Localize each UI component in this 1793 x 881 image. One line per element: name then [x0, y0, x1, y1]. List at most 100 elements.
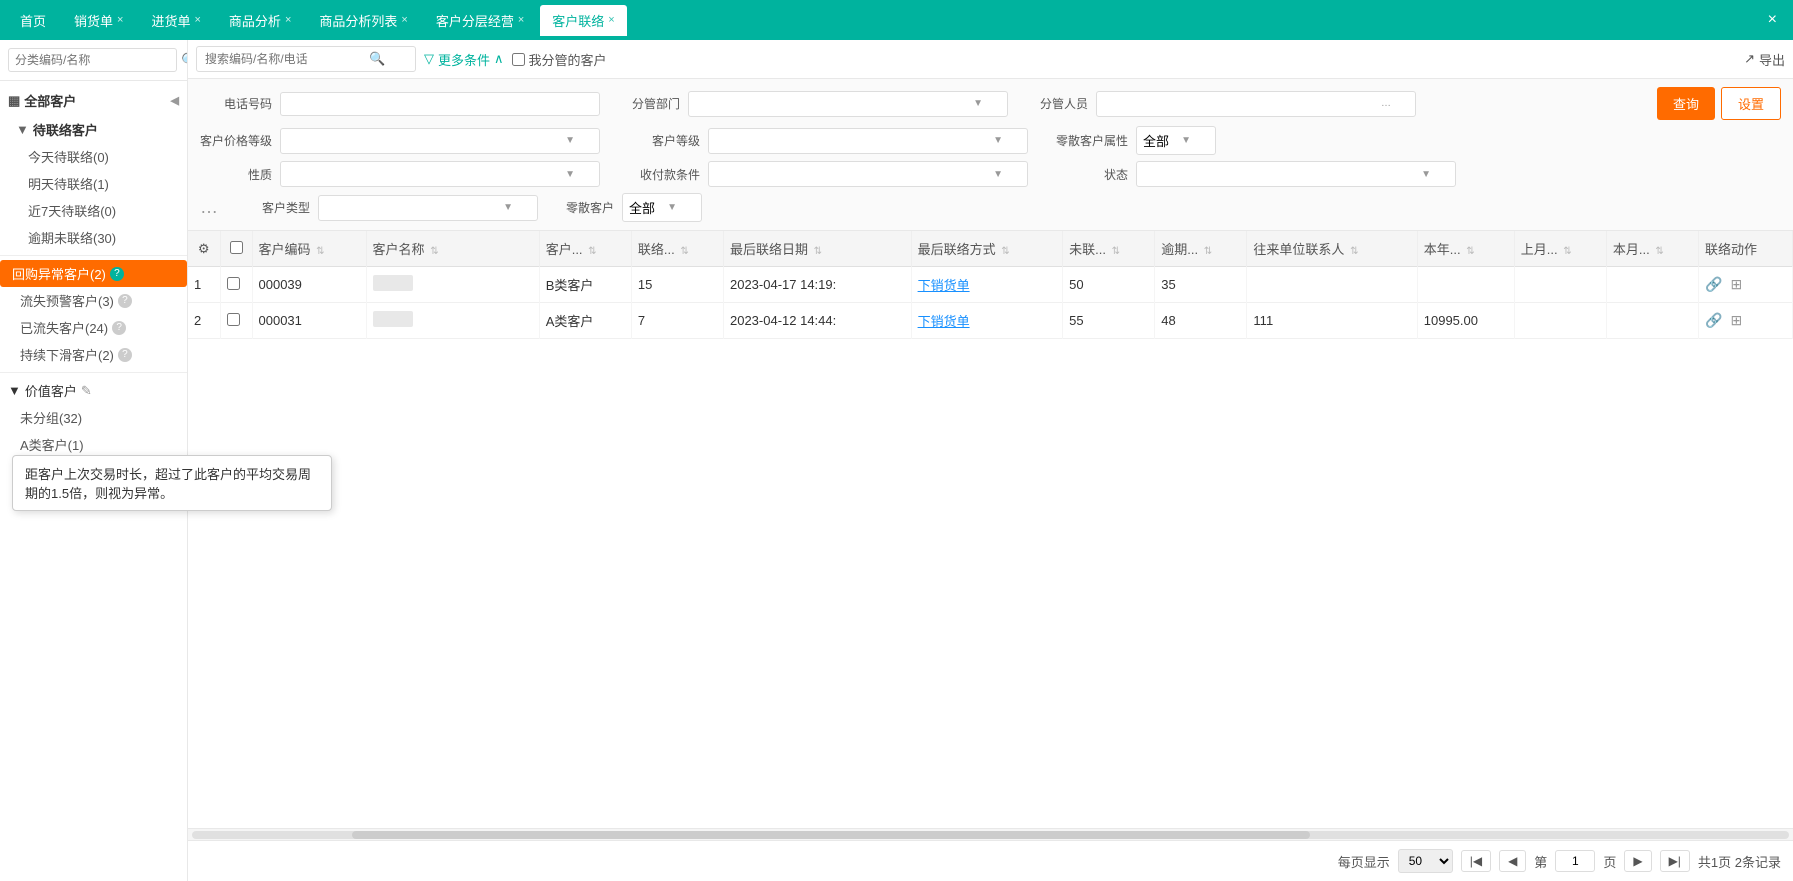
cell-contact: 7 — [631, 303, 723, 339]
my-customers-checkbox[interactable] — [512, 53, 525, 66]
nav-product-analysis-list-close[interactable]: × — [401, 14, 407, 26]
scatter-customer-dropdown[interactable]: 全部 ▼ — [622, 193, 702, 222]
th-this-year[interactable]: 本年... ⇅ — [1417, 231, 1514, 267]
last-way-link[interactable]: 下销货单 — [918, 278, 970, 293]
filter-more-conditions[interactable]: ▽ 更多条件 ∧ — [424, 50, 504, 69]
nav-product-analysis-list[interactable]: 商品分析列表 × — [307, 5, 419, 36]
th-last-month[interactable]: 上月... ⇅ — [1514, 231, 1606, 267]
sidebar-search-input[interactable] — [8, 48, 177, 72]
th-last-way[interactable]: 最后联络方式 ⇅ — [911, 231, 1063, 267]
nav-customer-layer-close[interactable]: × — [518, 14, 524, 26]
gender-dropdown[interactable]: ▼ — [280, 161, 600, 187]
sidebar-value-group-header[interactable]: ▼ 价值客户 ✎ — [0, 377, 187, 404]
cell-no: 1 — [188, 267, 220, 303]
repurchase-info-icon[interactable]: ? — [110, 267, 124, 281]
last-page-button[interactable]: ▶| — [1660, 850, 1690, 872]
th-unit-contact[interactable]: 往来单位联系人 ⇅ — [1247, 231, 1417, 267]
nav-customer-layer[interactable]: 客户分层经营 × — [424, 5, 536, 36]
value-group-edit-icon[interactable]: ✎ — [81, 383, 92, 399]
contact-sort-icon: ⇅ — [680, 246, 688, 257]
declining-info-icon[interactable]: ? — [118, 348, 132, 362]
sidebar-item-ungrouped[interactable]: 未分组(32) — [0, 404, 187, 431]
sidebar-search-area: 🔍 — [0, 40, 187, 81]
churn-warning-info-icon[interactable]: ? — [118, 294, 132, 308]
th-code[interactable]: 客户编码 ⇅ — [252, 231, 366, 267]
nav-product-analysis-close[interactable]: × — [285, 14, 291, 26]
more-dots-icon[interactable]: … — [200, 197, 218, 218]
filter-price-level: 客户价格等级 ▼ — [200, 128, 600, 154]
churned-info-icon[interactable]: ? — [112, 321, 126, 335]
select-all-checkbox[interactable] — [230, 241, 243, 254]
table-row: 1 000039 B类客户 15 2023-04-17 14:19: 下销货单 … — [188, 267, 1793, 303]
gender-arrow: ▼ — [565, 169, 575, 180]
nav-sales-close[interactable]: × — [117, 14, 123, 26]
horizontal-scroll-bar[interactable] — [188, 828, 1793, 840]
cell-type: A类客户 — [539, 303, 631, 339]
sidebar-pending-header[interactable]: ▼ 待联络客户 — [8, 116, 187, 143]
sidebar-pending-group: ▼ 待联络客户 今天待联络(0) 明天待联络(1) 近7天待联络(0) 逾期未联… — [0, 116, 187, 251]
th-not-contact[interactable]: 未联... ⇅ — [1063, 231, 1155, 267]
window-close-icon[interactable]: × — [1760, 11, 1785, 29]
query-button[interactable]: 查询 — [1657, 87, 1715, 120]
action-link-icon[interactable]: 🔗 — [1705, 312, 1722, 329]
nav-home[interactable]: 首页 — [8, 5, 58, 36]
scroll-thumb[interactable] — [352, 831, 1310, 839]
sidebar-item-7days[interactable]: 近7天待联络(0) — [8, 197, 187, 224]
sidebar-collapse-icon[interactable]: ◀ — [171, 94, 179, 107]
th-name[interactable]: 客户名称 ⇅ — [366, 231, 539, 267]
action-link-icon[interactable]: 🔗 — [1705, 276, 1722, 293]
filter-search-box: 🔍 — [196, 46, 416, 72]
next-page-button[interactable]: ▶ — [1624, 850, 1651, 872]
sidebar-item-tomorrow[interactable]: 明天待联络(1) — [8, 170, 187, 197]
phone-input[interactable] — [280, 92, 600, 116]
nav-product-analysis[interactable]: 商品分析 × — [217, 5, 303, 36]
action-grid-icon[interactable]: ⊞ — [1730, 312, 1742, 329]
person-dropdown[interactable]: … — [1096, 91, 1416, 117]
sidebar-item-churn-warning[interactable]: 流失预警客户(3) ? — [0, 287, 187, 314]
sidebar-search-icon[interactable]: 🔍 — [181, 52, 188, 69]
cell-not-contact: 50 — [1063, 267, 1155, 303]
cell-this-year: 10995.00 — [1417, 303, 1514, 339]
page-number-input[interactable] — [1555, 850, 1595, 872]
sidebar-all-customers[interactable]: ▦ 全部客户 ◀ — [0, 85, 187, 116]
export-button[interactable]: ↗ 导出 — [1744, 50, 1785, 69]
row-checkbox[interactable] — [227, 313, 240, 326]
customer-type-dropdown[interactable]: ▼ — [318, 195, 538, 221]
nav-sales[interactable]: 销货单 × — [62, 5, 135, 36]
price-level-dropdown[interactable]: ▼ — [280, 128, 600, 154]
th-type[interactable]: 客户... ⇅ — [539, 231, 631, 267]
sidebar-item-churned[interactable]: 已流失客户(24) ? — [0, 314, 187, 341]
filter-my-customers: 我分管的客户 — [512, 50, 607, 69]
nav-purchase-close[interactable]: × — [194, 14, 200, 26]
sidebar-item-today[interactable]: 今天待联络(0) — [8, 143, 187, 170]
filter-search-input[interactable] — [205, 52, 365, 66]
nav-purchase[interactable]: 进货单 × — [139, 5, 212, 36]
action-grid-icon[interactable]: ⊞ — [1730, 276, 1742, 293]
first-page-button[interactable]: |◀ — [1461, 850, 1491, 872]
th-this-month[interactable]: 本月... ⇅ — [1606, 231, 1698, 267]
nav-customer-contact[interactable]: 客户联络 × — [540, 5, 626, 36]
setting-button[interactable]: 设置 — [1721, 87, 1781, 120]
payment-dropdown[interactable]: ▼ — [708, 161, 1028, 187]
scatter-attr-dropdown[interactable]: 全部 ▼ — [1136, 126, 1216, 155]
filter-search-icon[interactable]: 🔍 — [369, 51, 385, 67]
customer-level-dropdown[interactable]: ▼ — [708, 128, 1028, 154]
dept-dropdown[interactable]: ▼ — [688, 91, 1008, 117]
last-date-sort-icon: ⇅ — [814, 246, 822, 257]
sidebar-item-a-class[interactable]: A类客户(1) — [0, 431, 187, 458]
name-sort-icon: ⇅ — [430, 246, 438, 257]
sidebar-item-declining[interactable]: 持续下滑客户(2) ? — [0, 341, 187, 368]
status-dropdown[interactable]: ▼ — [1136, 161, 1456, 187]
th-last-date[interactable]: 最后联络日期 ⇅ — [723, 231, 911, 267]
arrow-down-icon: ▼ — [16, 122, 29, 137]
th-contact[interactable]: 联络... ⇅ — [631, 231, 723, 267]
sidebar-item-repurchase-abnormal[interactable]: 回购异常客户(2) ? — [0, 260, 187, 287]
last-way-link[interactable]: 下销货单 — [918, 314, 970, 329]
page-size-select[interactable]: 50 20 100 — [1398, 849, 1453, 873]
th-settings[interactable]: ⚙ — [188, 231, 220, 267]
th-overdue[interactable]: 逾期... ⇅ — [1155, 231, 1247, 267]
prev-page-button[interactable]: ◀ — [1499, 850, 1526, 872]
sidebar-item-overdue[interactable]: 逾期未联络(30) — [8, 224, 187, 251]
nav-customer-contact-close[interactable]: × — [608, 14, 614, 26]
row-checkbox[interactable] — [227, 277, 240, 290]
